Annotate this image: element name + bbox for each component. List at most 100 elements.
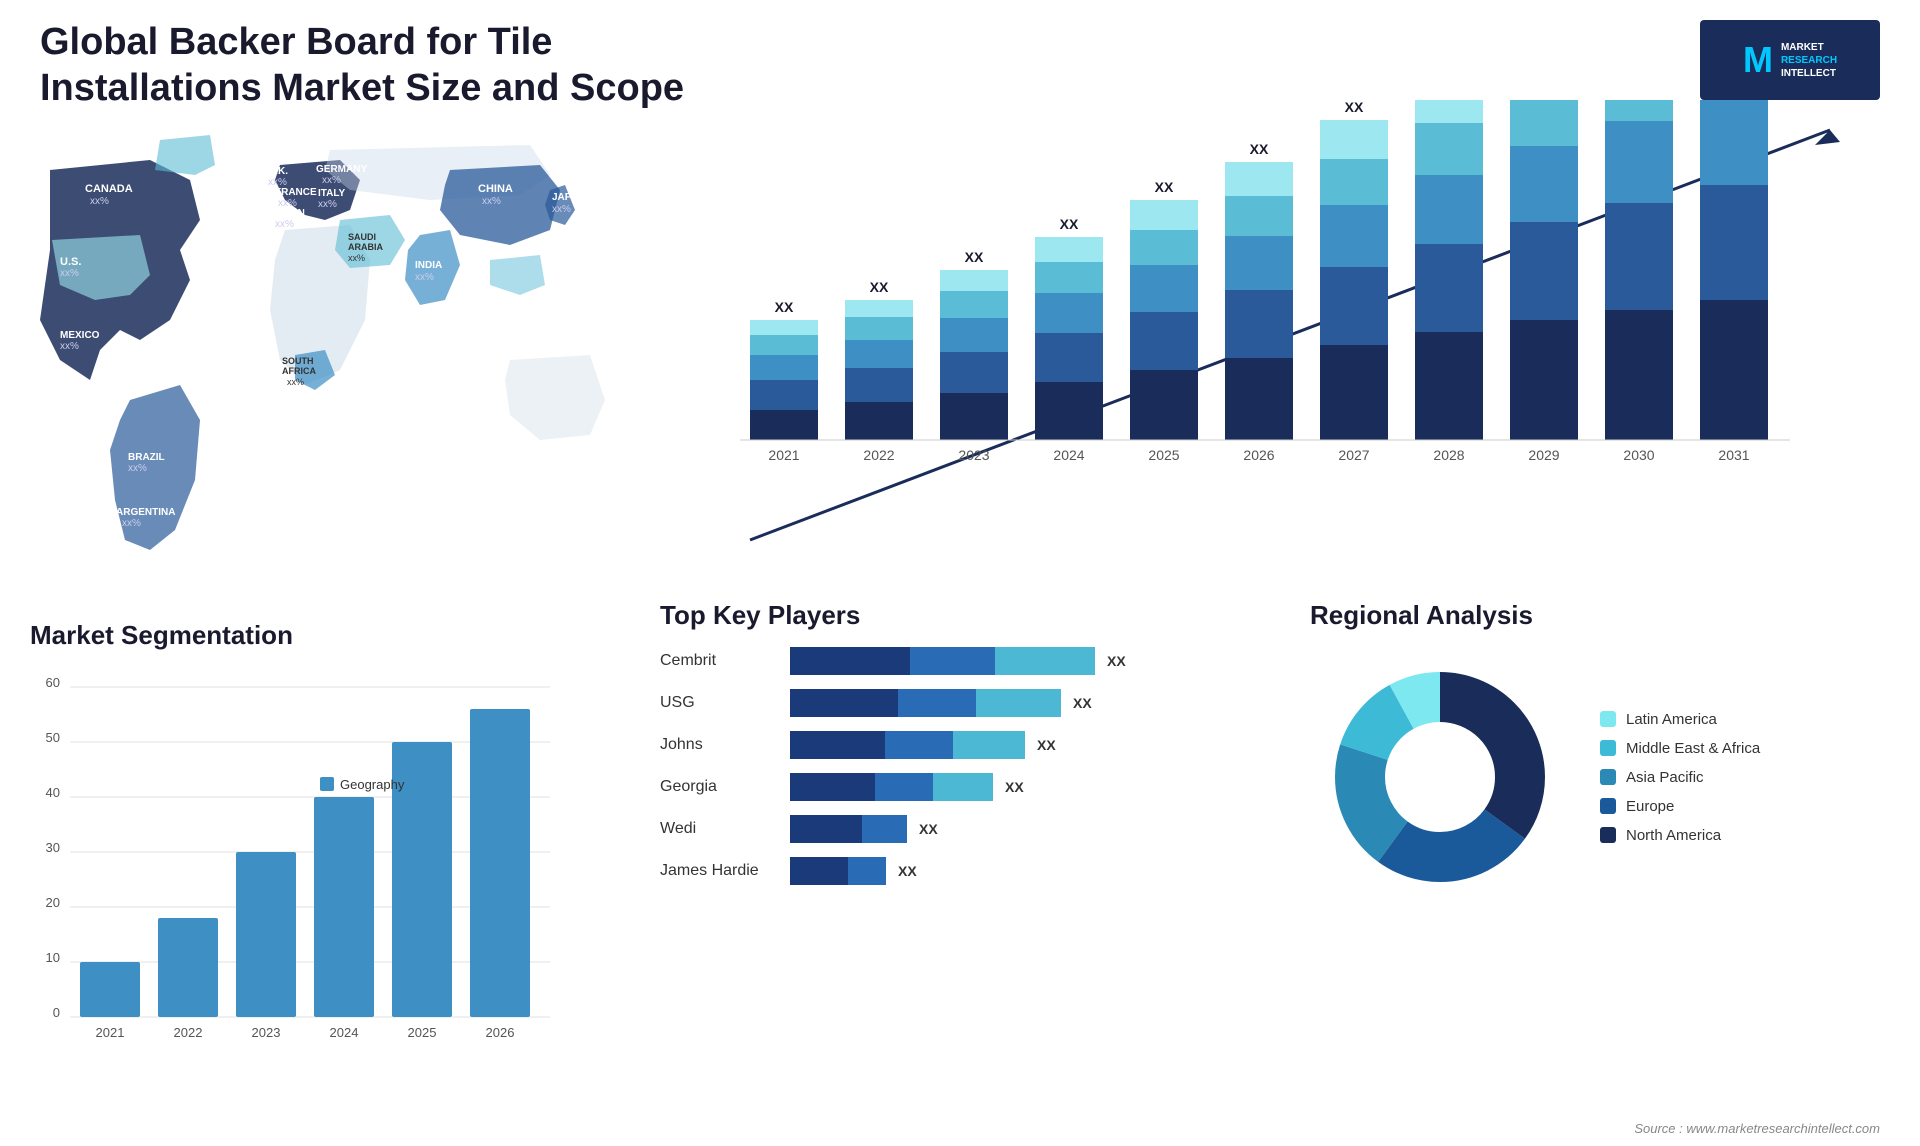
player-value: XX <box>919 821 938 837</box>
svg-text:XX: XX <box>775 299 794 315</box>
logo: M MARKETRESEARCHINTELLECT <box>1700 20 1880 100</box>
player-bar-wrap: XX <box>790 857 1260 885</box>
player-name: Wedi <box>660 820 790 838</box>
player-row-usg: USG XX <box>660 689 1260 717</box>
svg-text:AFRICA: AFRICA <box>282 366 316 376</box>
bar-seg3 <box>976 689 1061 717</box>
svg-text:ARABIA: ARABIA <box>348 242 383 252</box>
world-map: CANADA xx% U.S. xx% MEXICO xx% BRAZIL xx… <box>30 120 650 580</box>
key-players-section: Top Key Players Cembrit XX USG XX Johns <box>660 600 1260 1120</box>
bar-seg2 <box>898 689 976 717</box>
svg-text:SOUTH: SOUTH <box>282 356 314 366</box>
bar-seg1 <box>790 689 898 717</box>
svg-text:xx%: xx% <box>552 204 571 215</box>
legend-color-mea <box>1600 740 1616 756</box>
player-value: XX <box>1005 779 1024 795</box>
logo-letter: M <box>1743 39 1773 81</box>
svg-text:INDIA: INDIA <box>415 260 442 271</box>
svg-text:2026: 2026 <box>1243 447 1274 463</box>
svg-text:2021: 2021 <box>96 1025 125 1040</box>
bar-seg1 <box>790 773 875 801</box>
player-name: Johns <box>660 736 790 754</box>
player-bar-wrap: XX <box>790 815 1260 843</box>
player-row-cembrit: Cembrit XX <box>660 647 1260 675</box>
svg-text:10: 10 <box>46 950 60 965</box>
legend-color-latin-america <box>1600 711 1616 727</box>
svg-text:2024: 2024 <box>1053 447 1084 463</box>
bar-seg2 <box>848 857 886 885</box>
svg-text:xx%: xx% <box>60 341 79 352</box>
svg-text:MEXICO: MEXICO <box>60 330 100 341</box>
bar-seg1 <box>790 815 862 843</box>
svg-text:xx%: xx% <box>318 199 337 210</box>
bar-seg2 <box>862 815 907 843</box>
bar-seg1 <box>790 731 885 759</box>
svg-text:U.S.: U.S. <box>60 256 81 268</box>
player-row-johns: Johns XX <box>660 731 1260 759</box>
svg-text:2028: 2028 <box>1433 447 1464 463</box>
page-header: Global Backer Board for Tile Installatio… <box>40 20 1880 111</box>
svg-text:XX: XX <box>965 249 984 265</box>
player-name: James Hardie <box>660 862 790 880</box>
player-bar-wrap: XX <box>790 773 1260 801</box>
player-value: XX <box>1037 737 1056 753</box>
player-bar-wrap: XX <box>790 647 1260 675</box>
svg-text:2023: 2023 <box>958 447 989 463</box>
legend-label: Middle East & Africa <box>1626 740 1760 757</box>
svg-text:XX: XX <box>1345 100 1364 115</box>
svg-text:XX: XX <box>870 279 889 295</box>
svg-text:JAPAN: JAPAN <box>552 192 585 203</box>
svg-text:2030: 2030 <box>1623 447 1654 463</box>
player-row-georgia: Georgia XX <box>660 773 1260 801</box>
regional-chart: Latin America Middle East & Africa Asia … <box>1310 647 1900 907</box>
svg-text:BRAZIL: BRAZIL <box>128 452 165 463</box>
bar-seg1 <box>790 647 910 675</box>
player-bar <box>790 815 907 843</box>
legend-label: Asia Pacific <box>1626 769 1704 786</box>
legend-item-asia-pacific: Asia Pacific <box>1600 769 1760 786</box>
player-bar <box>790 857 886 885</box>
donut-chart <box>1310 647 1570 907</box>
svg-text:GERMANY: GERMANY <box>316 164 367 175</box>
svg-text:SAUDI: SAUDI <box>348 232 376 242</box>
regional-title: Regional Analysis <box>1310 600 1900 631</box>
svg-text:2025: 2025 <box>408 1025 437 1040</box>
svg-text:xx%: xx% <box>90 196 109 207</box>
svg-text:2023: 2023 <box>252 1025 281 1040</box>
legend-item-europe: Europe <box>1600 798 1760 815</box>
legend-item-north-america: North America <box>1600 827 1760 844</box>
svg-text:CANADA: CANADA <box>85 183 133 195</box>
svg-text:30: 30 <box>46 840 60 855</box>
svg-text:Geography: Geography <box>340 777 405 792</box>
market-segmentation-section: Market Segmentation 0 10 20 30 40 50 60 … <box>30 620 610 1120</box>
bar-seg3 <box>995 647 1095 675</box>
svg-text:2025: 2025 <box>1148 447 1179 463</box>
svg-text:ITALY: ITALY <box>318 188 346 199</box>
page-title: Global Backer Board for Tile Installatio… <box>40 20 740 111</box>
svg-text:2026: 2026 <box>486 1025 515 1040</box>
svg-text:XX: XX <box>1060 216 1079 232</box>
player-bar <box>790 647 1095 675</box>
legend-label: Latin America <box>1626 711 1717 728</box>
key-players-title: Top Key Players <box>660 600 1260 631</box>
bar-seg2 <box>885 731 953 759</box>
svg-text:U.K.: U.K. <box>268 166 288 177</box>
player-name: Georgia <box>660 778 790 796</box>
market-bar-chart: XX 2021 XX 2022 XX 2023 <box>700 100 1880 600</box>
player-value: XX <box>1107 653 1126 669</box>
svg-text:FRANCE: FRANCE <box>275 187 317 198</box>
svg-text:2021: 2021 <box>768 447 799 463</box>
svg-text:CHINA: CHINA <box>478 183 513 195</box>
svg-text:xx%: xx% <box>322 175 341 186</box>
player-bar <box>790 731 1025 759</box>
legend-item-latin-america: Latin America <box>1600 711 1760 728</box>
bar-seg2 <box>875 773 933 801</box>
svg-text:SPAIN: SPAIN <box>275 208 305 219</box>
legend-color-europe <box>1600 798 1616 814</box>
svg-text:xx%: xx% <box>415 272 434 283</box>
svg-text:xx%: xx% <box>275 219 294 230</box>
svg-text:2031: 2031 <box>1718 447 1749 463</box>
svg-text:xx%: xx% <box>122 518 141 529</box>
segmentation-chart: 0 10 20 30 40 50 60 2021 2022 2023 2024 … <box>30 667 590 1057</box>
player-bar <box>790 689 1061 717</box>
